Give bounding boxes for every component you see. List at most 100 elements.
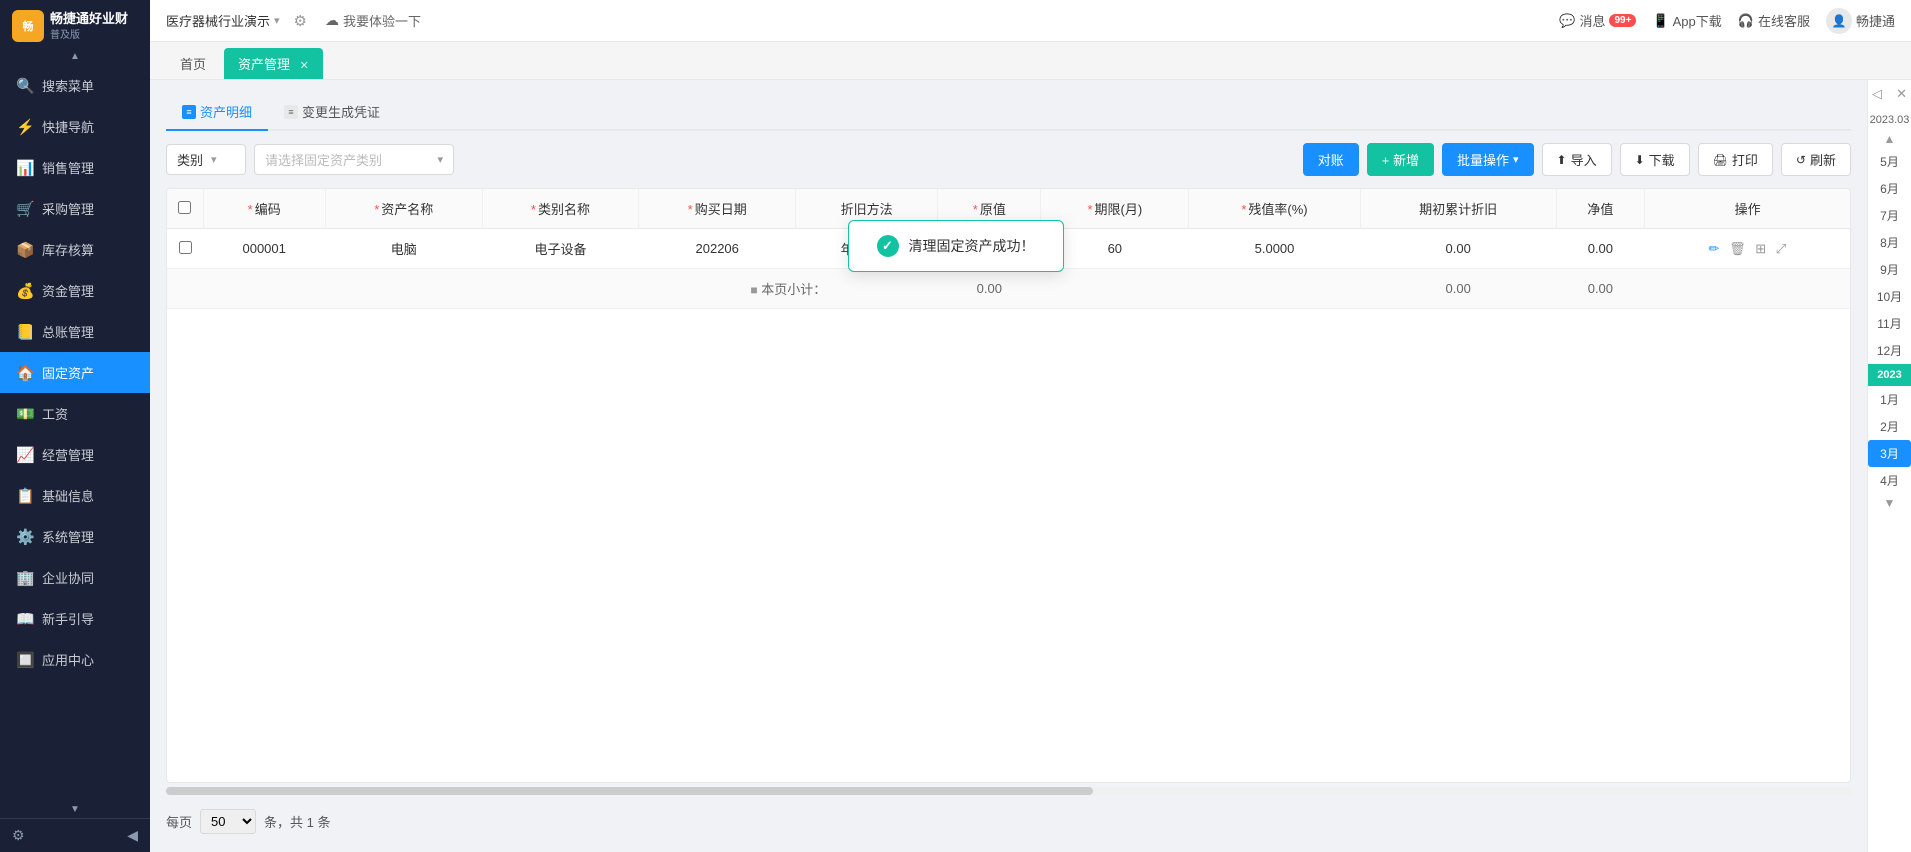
cell-code: 000001 (203, 229, 325, 269)
messages-button[interactable]: 💬 消息 99+ (1559, 11, 1636, 30)
more-icon[interactable]: ⤢ (1776, 241, 1786, 256)
month-8[interactable]: 8月 (1868, 229, 1911, 256)
company-selector[interactable]: 医疗器械行业演示 ▾ (166, 11, 280, 30)
month-7[interactable]: 7月 (1868, 202, 1911, 229)
scroll-down-arrow[interactable]: ▼ (1882, 494, 1898, 512)
search-icon: 🔍 (16, 77, 34, 95)
experience-button[interactable]: ☁ 我要体验一下 (325, 11, 421, 30)
sidebar-item-enterprise[interactable]: 🏢 企业协同 (0, 557, 150, 598)
scroll-up-arrow[interactable]: ▲ (1882, 130, 1898, 148)
sidebar-item-label: 企业协同 (42, 568, 94, 587)
user-menu[interactable]: 👤 畅捷通 (1826, 8, 1895, 34)
col-name: *资产名称 (325, 189, 482, 229)
month-5[interactable]: 5月 (1868, 148, 1911, 175)
month-11[interactable]: 11月 (1868, 310, 1911, 337)
cell-name: 电脑 (325, 229, 482, 269)
sidebar-item-system[interactable]: ⚙️ 系统管理 (0, 516, 150, 557)
month-2[interactable]: 2月 (1868, 413, 1911, 440)
delete-icon[interactable]: 🗑 (1729, 241, 1746, 256)
sales-icon: 📊 (16, 159, 34, 177)
sidebar-item-apps[interactable]: 🔲 应用中心 (0, 639, 150, 680)
sidebar: 畅 畅捷通好业财 普及版 ▲ 🔍 搜索菜单 ⚡ 快捷导航 📊 销售管理 🛒 采购… (0, 0, 150, 852)
reconcile-button[interactable]: 对账 (1303, 143, 1359, 176)
collapse-icon[interactable]: ◀ (127, 827, 138, 844)
edit-icon[interactable]: ✏ (1709, 241, 1720, 256)
basic-icon: 📋 (16, 487, 34, 505)
sidebar-item-label: 销售管理 (42, 158, 94, 177)
subtotal-empty (325, 269, 482, 309)
inventory-icon: 📦 (16, 241, 34, 259)
sidebar-item-finance[interactable]: 💰 资金管理 (0, 270, 150, 311)
messages-badge: 99+ (1609, 14, 1636, 27)
sub-tab-asset-detail-label: 资产明细 (200, 102, 252, 121)
month-6[interactable]: 6月 (1868, 175, 1911, 202)
sidebar-item-basic[interactable]: 📋 基础信息 (0, 475, 150, 516)
category-value-dropdown-icon: ▾ (437, 153, 443, 166)
print-button[interactable]: 🖨 打印 (1698, 143, 1773, 176)
tab-close-icon[interactable]: ✕ (300, 60, 309, 72)
row-checkbox[interactable] (179, 241, 192, 254)
col-operations: 操作 (1645, 189, 1850, 229)
refresh-button[interactable]: ↺ 刷新 (1781, 143, 1851, 176)
category-value-filter[interactable]: 请选择固定资产类别 ▾ (254, 144, 454, 175)
cell-initial-accumulated: 0.00 (1360, 229, 1556, 269)
month-1[interactable]: 1月 (1868, 386, 1911, 413)
cell-operations: ✏ 🗑 ⊞ ⤢ (1645, 229, 1850, 269)
new-button[interactable]: + 新增 (1367, 143, 1434, 176)
settings-icon[interactable]: ⚙ (12, 827, 25, 844)
sidebar-scroll-down[interactable]: ▼ (0, 801, 150, 818)
cell-category: 电子设备 (482, 229, 639, 269)
month-12[interactable]: 12月 (1868, 337, 1911, 364)
ledger-icon: 📒 (16, 323, 34, 341)
sidebar-item-sales[interactable]: 📊 销售管理 (0, 147, 150, 188)
main-area: 医疗器械行业演示 ▾ ⚙ ☁ 我要体验一下 💬 消息 99+ 📱 App下载 🎧… (150, 0, 1911, 852)
cell-net-value: 0.00 (1556, 229, 1645, 269)
sidebar-item-search[interactable]: 🔍 搜索菜单 (0, 65, 150, 106)
month-10[interactable]: 10月 (1868, 283, 1911, 310)
sidebar-item-label: 库存核算 (42, 240, 94, 259)
logo-text: 畅捷通好业财 (50, 11, 128, 27)
tab-asset-mgmt[interactable]: 资产管理 ✕ (224, 48, 323, 79)
messages-label: 消息 (1579, 11, 1605, 30)
sidebar-bottom: ⚙ ◀ (0, 818, 150, 852)
import-icon: ⬆ (1557, 153, 1567, 167)
row-checkbox-cell (167, 229, 203, 269)
download-button[interactable]: ⬇ 下载 (1620, 143, 1690, 176)
sidebar-item-purchase[interactable]: 🛒 采购管理 (0, 188, 150, 229)
month-9[interactable]: 9月 (1868, 256, 1911, 283)
import-button[interactable]: ⬆ 导入 (1542, 143, 1612, 176)
select-all-checkbox[interactable] (178, 201, 191, 214)
subtotal-empty (203, 269, 325, 309)
month-4[interactable]: 4月 (1868, 467, 1911, 494)
category-filter[interactable]: 类别 ▾ (166, 144, 246, 175)
sidebar-item-guide[interactable]: 📖 新手引导 (0, 598, 150, 639)
sidebar-item-quicknav[interactable]: ⚡ 快捷导航 (0, 106, 150, 147)
page-size-select[interactable]: 50 20 100 (200, 809, 256, 834)
subtotal-empty (482, 269, 639, 309)
month-3[interactable]: 3月 (1868, 440, 1911, 467)
copy-icon[interactable]: ⊞ (1755, 241, 1766, 256)
subtotal-initial-accumulated: 0.00 (1360, 269, 1556, 309)
sidebar-item-operations[interactable]: 📈 经营管理 (0, 434, 150, 475)
gear-icon[interactable]: ⚙ (294, 12, 307, 30)
sidebar-item-inventory[interactable]: 📦 库存核算 (0, 229, 150, 270)
toolbar-left: 类别 ▾ 请选择固定资产类别 ▾ (166, 144, 454, 175)
tab-home[interactable]: 首页 (166, 48, 220, 79)
col-period: *期限(月) (1041, 189, 1189, 229)
sub-tab-change-voucher[interactable]: ≡ 变更生成凭证 (268, 94, 396, 131)
sidebar-scroll-up[interactable]: ▲ (0, 48, 150, 65)
sidebar-item-fixed[interactable]: 🏠 固定资产 (0, 352, 150, 393)
horizontal-scrollbar[interactable] (166, 787, 1851, 795)
sub-tab-change-voucher-label: 变更生成凭证 (302, 102, 380, 121)
sidebar-item-salary[interactable]: 💵 工资 (0, 393, 150, 434)
sidebar-item-label: 系统管理 (42, 527, 94, 546)
online-service-button[interactable]: 🎧 在线客服 (1738, 11, 1810, 30)
col-initial-accumulated: 期初累计折旧 (1360, 189, 1556, 229)
sidebar-item-ledger[interactable]: 📒 总账管理 (0, 311, 150, 352)
app-download-button[interactable]: 📱 App下载 (1652, 11, 1721, 30)
batch-ops-button[interactable]: 批量操作 ▾ (1442, 143, 1534, 176)
quicknav-icon: ⚡ (16, 118, 34, 136)
right-panel-close-icon[interactable]: ✕ (1896, 86, 1907, 102)
right-panel-expand-icon[interactable]: ◁ (1872, 86, 1882, 102)
sub-tab-asset-detail[interactable]: ≡ 资产明细 (166, 94, 268, 131)
